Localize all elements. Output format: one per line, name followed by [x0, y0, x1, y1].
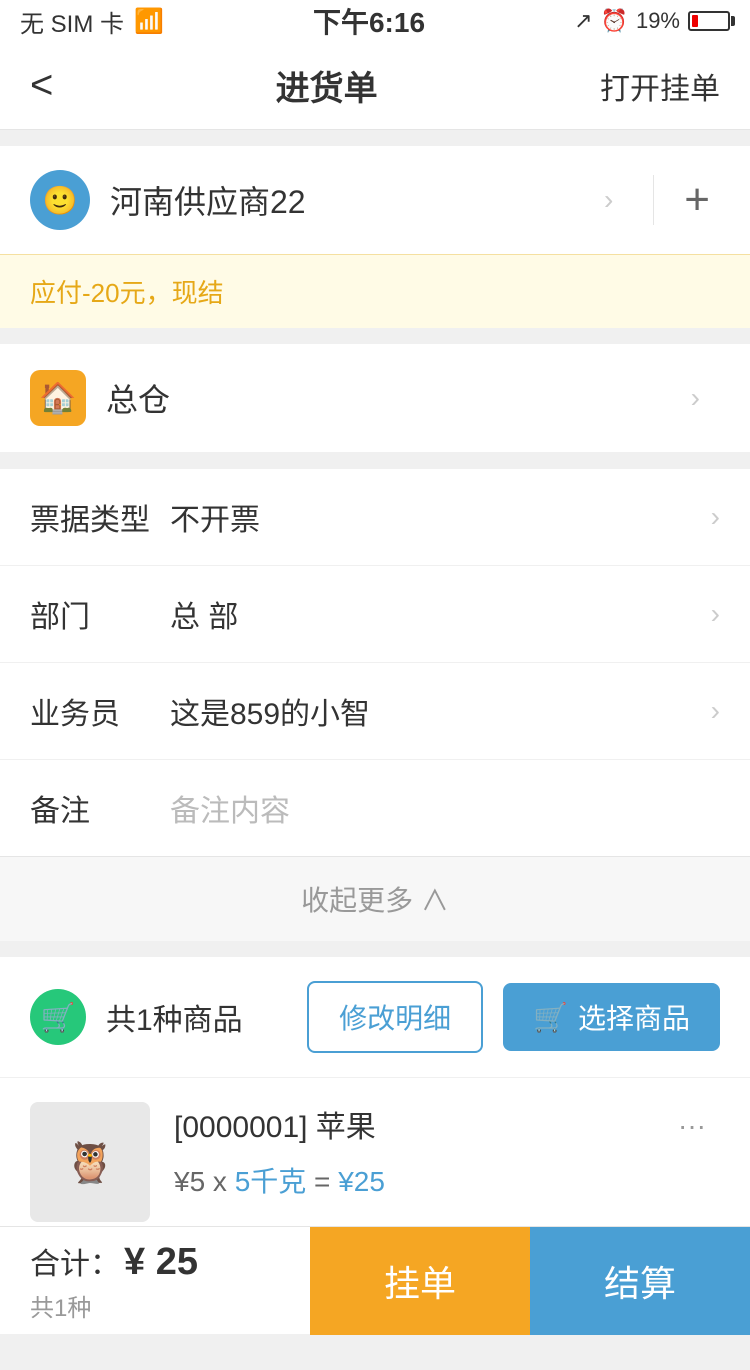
dept-label: 部门 — [30, 592, 170, 636]
product-thumbnail: 🦉 — [30, 1102, 150, 1222]
dept-value: 总 部 — [170, 592, 711, 636]
product-title: 苹果 — [316, 1111, 376, 1144]
status-bar: 无 SIM 卡 📶 下午6:16 ↗ ⏰ 19% — [0, 0, 750, 42]
invoice-chevron-icon: › — [711, 501, 720, 533]
remark-value[interactable]: 备注内容 — [170, 786, 720, 830]
invoice-value: 不开票 — [170, 495, 711, 539]
product-info: [0000001] 苹果 ¥5 x 5千克 = ¥25 — [174, 1102, 664, 1200]
total-sub: 共1种 — [30, 1288, 280, 1323]
status-right: ↗ ⏰ 19% — [574, 8, 730, 34]
products-section: 🛒 共1种商品 修改明细 🛒 选择商品 🦉 [0000001] 苹果 ¥5 x … — [0, 957, 750, 1246]
supplier-chevron-icon: › — [604, 184, 613, 216]
supplier-avatar: 🙂 — [30, 170, 90, 230]
battery-percent: 19% — [636, 8, 680, 34]
collapse-label: 收起更多 ∧ — [301, 879, 449, 919]
product-id: [0000001] — [174, 1111, 316, 1144]
edit-detail-button[interactable]: 修改明细 — [307, 981, 483, 1053]
page-title: 进货单 — [276, 61, 378, 110]
warehouse-name: 总仓 — [106, 375, 691, 421]
select-product-label: 选择商品 — [578, 997, 690, 1037]
notice-bar: 应付-20元，现结 — [0, 254, 750, 328]
supplier-name: 河南供应商22 — [110, 177, 604, 223]
open-hang-button[interactable]: 打开挂单 — [600, 64, 720, 108]
warehouse-section[interactable]: 🏠 总仓 › — [0, 344, 750, 452]
remark-row[interactable]: 备注 备注内容 — [0, 759, 750, 856]
dept-chevron-icon: › — [711, 598, 720, 630]
battery-icon — [688, 11, 730, 31]
product-name: [0000001] 苹果 — [174, 1102, 664, 1146]
checkout-button[interactable]: 结算 — [530, 1227, 750, 1335]
carrier-label: 无 SIM 卡 — [20, 4, 124, 39]
divider — [653, 175, 654, 225]
qty-value: 5千克 — [235, 1166, 307, 1197]
price-unit: ¥5 x — [174, 1166, 235, 1197]
total-label: 合计： — [30, 1239, 120, 1283]
location-icon: ↗ — [574, 8, 592, 34]
collapse-bar[interactable]: 收起更多 ∧ — [0, 856, 750, 941]
invoice-label: 票据类型 — [30, 495, 170, 539]
sales-value: 这是859的小智 — [170, 689, 711, 733]
warehouse-row[interactable]: 🏠 总仓 › — [0, 344, 750, 452]
add-supplier-button[interactable]: + — [674, 175, 720, 225]
remark-label: 备注 — [30, 786, 170, 830]
total-value: ¥25 — [338, 1166, 385, 1197]
product-more-button[interactable]: ··· — [664, 1102, 720, 1150]
warehouse-icon: 🏠 — [30, 370, 86, 426]
total-amount: ¥ 25 — [124, 1241, 198, 1284]
status-left: 无 SIM 卡 📶 — [20, 4, 164, 39]
checkout-label: 结算 — [604, 1255, 676, 1307]
product-thumb-icon: 🦉 — [65, 1139, 115, 1186]
cart-icon: 🛒 — [533, 1001, 568, 1034]
avatar-icon: 🙂 — [43, 184, 78, 217]
status-time: 下午6:16 — [313, 1, 425, 41]
sales-row[interactable]: 业务员 这是859的小智 › — [0, 662, 750, 759]
select-product-button[interactable]: 🛒 选择商品 — [503, 983, 720, 1051]
supplier-section: 🙂 河南供应商22 › + 应付-20元，现结 — [0, 146, 750, 328]
hang-label: 挂单 — [384, 1255, 456, 1307]
products-header: 🛒 共1种商品 修改明细 🛒 选择商品 — [0, 957, 750, 1077]
form-section: 票据类型 不开票 › 部门 总 部 › 业务员 这是859的小智 › 备注 备注… — [0, 468, 750, 941]
sales-label: 业务员 — [30, 689, 170, 733]
bottom-total: 合计： ¥ 25 共1种 — [0, 1239, 310, 1323]
products-count: 共1种商品 — [106, 995, 287, 1039]
warehouse-chevron-icon: › — [691, 382, 700, 414]
equals-sign: = — [306, 1166, 338, 1197]
notice-text: 应付-20元，现结 — [30, 278, 224, 308]
wifi-icon: 📶 — [134, 7, 164, 36]
sales-chevron-icon: › — [711, 695, 720, 727]
dept-row[interactable]: 部门 总 部 › — [0, 565, 750, 662]
back-button[interactable]: < — [30, 63, 53, 108]
nav-bar: < 进货单 打开挂单 — [0, 42, 750, 130]
products-icon: 🛒 — [30, 989, 86, 1045]
alarm-icon: ⏰ — [601, 8, 628, 34]
invoice-row[interactable]: 票据类型 不开票 › — [0, 468, 750, 565]
bottom-bar: 合计： ¥ 25 共1种 挂单 结算 — [0, 1226, 750, 1334]
product-price: ¥5 x 5千克 = ¥25 — [174, 1160, 664, 1200]
product-item: 🦉 [0000001] 苹果 ¥5 x 5千克 = ¥25 ··· — [0, 1077, 750, 1246]
supplier-row: 🙂 河南供应商22 › + — [0, 146, 750, 254]
hang-button[interactable]: 挂单 — [310, 1227, 530, 1335]
